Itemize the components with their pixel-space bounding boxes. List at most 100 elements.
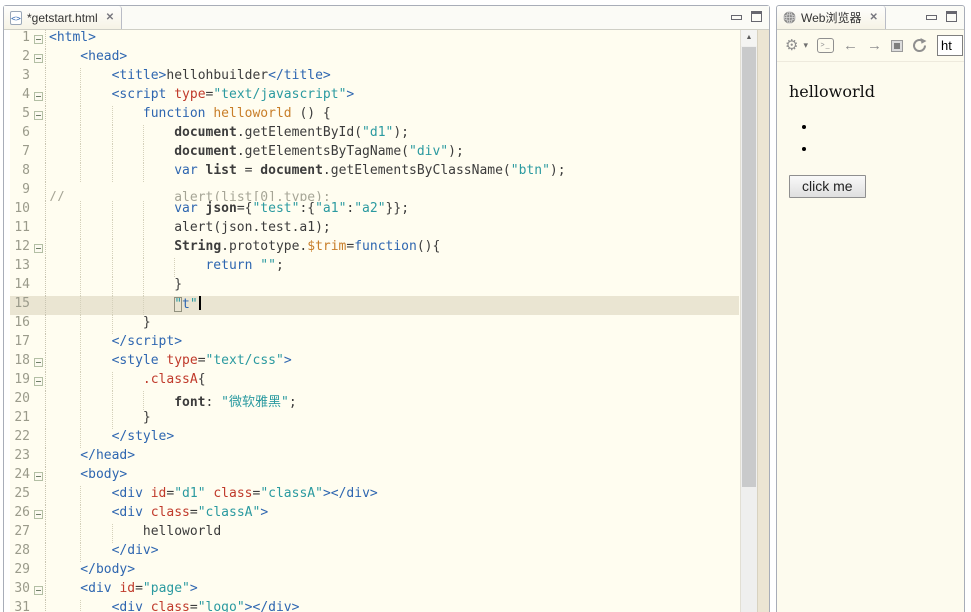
indent-guide: [80, 543, 111, 562]
code-line[interactable]: 21}: [4, 410, 739, 429]
code-text: String.prototype.$trim=function(){: [46, 239, 739, 258]
close-icon[interactable]: ✕: [106, 12, 114, 23]
indent-guide: [49, 201, 80, 220]
code-line[interactable]: 18 <style type="text/css">: [4, 353, 739, 372]
line-number: 4: [22, 87, 30, 102]
overview-ruler[interactable]: [757, 30, 769, 612]
code-line[interactable]: 24 <body>: [4, 467, 739, 486]
code-line[interactable]: 22 </style>: [4, 429, 739, 448]
code-line[interactable]: 4 <script type="text/javascript">: [4, 87, 739, 106]
line-number: 13: [14, 258, 30, 273]
code-token: {: [197, 372, 206, 387]
chevron-down-icon[interactable]: ▾: [803, 41, 808, 50]
indent-guide: [174, 258, 205, 277]
code-text: function helloworld () {: [46, 106, 739, 125]
code-line[interactable]: 28 </div>: [4, 543, 739, 562]
indent-guide: [80, 201, 111, 220]
gear-icon[interactable]: ⚙: [785, 38, 798, 53]
code-token: "text/javascript": [213, 87, 347, 102]
refresh-icon[interactable]: [912, 38, 928, 53]
indent-guide: [142, 258, 174, 277]
code-line[interactable]: 17 </script>: [4, 334, 739, 353]
code-token: function: [354, 239, 417, 254]
vertical-scrollbar[interactable]: ▲ ▼: [740, 30, 757, 612]
fold-collapse-icon[interactable]: [34, 111, 43, 120]
code-line[interactable]: 14}: [4, 277, 739, 296]
fold-gutter: [32, 315, 46, 334]
click-me-button[interactable]: click me: [789, 175, 866, 198]
indent-guide: [111, 106, 143, 125]
code-line[interactable]: 15 "t": [4, 296, 739, 315]
code-line[interactable]: 9 // alert(list[0].type);: [4, 182, 739, 201]
indent-guide: [111, 239, 143, 258]
fold-collapse-icon[interactable]: [34, 358, 43, 367]
code-token: type: [174, 87, 206, 102]
fold-gutter: [32, 543, 46, 562]
code-line[interactable]: 2 <head>: [4, 49, 739, 68]
minimize-icon[interactable]: [731, 15, 742, 20]
code-token: );: [393, 125, 410, 140]
code-line[interactable]: 26 <div class="classA">: [4, 505, 739, 524]
code-line[interactable]: 12 String.prototype.$trim=function(){: [4, 239, 739, 258]
code-line[interactable]: 30 <div id="page">: [4, 581, 739, 600]
line-number: 2: [22, 49, 30, 64]
fold-collapse-icon[interactable]: [34, 586, 43, 595]
code-line[interactable]: 13 return "";: [4, 258, 739, 277]
back-icon[interactable]: ←: [843, 38, 858, 53]
fold-gutter: [32, 524, 46, 543]
maximize-icon[interactable]: [751, 11, 762, 22]
code-line[interactable]: 8 var list = document.getElementsByClassN…: [4, 163, 739, 182]
tab-getstart-html[interactable]: <> *getstart.html ✕: [4, 6, 123, 29]
console-icon[interactable]: >_: [816, 38, 834, 53]
fold-gutter: [32, 562, 46, 581]
code-editor[interactable]: 1 <html> 2 <head> 3 <title>hellohbuilder</tit…: [4, 30, 769, 612]
code-line[interactable]: 19 .classA{: [4, 372, 739, 391]
indent-guide: [142, 163, 174, 182]
fold-collapse-icon[interactable]: [34, 54, 43, 63]
line-number: 16: [14, 315, 30, 330]
code-line[interactable]: 7 document.getElementsByTagName("div");: [4, 144, 739, 163]
code-token: "a2": [354, 201, 386, 216]
list-item: [817, 141, 964, 163]
maximize-icon[interactable]: [946, 11, 957, 22]
url-input[interactable]: [936, 35, 963, 56]
code-line[interactable]: 16}: [4, 315, 739, 334]
minimize-icon[interactable]: [926, 15, 937, 20]
fold-collapse-icon[interactable]: [34, 377, 43, 386]
browser-window-controls: [926, 11, 957, 22]
code-line[interactable]: 1 <html>: [4, 30, 739, 49]
fold-collapse-icon[interactable]: [34, 472, 43, 481]
code-line[interactable]: 20 font: "微软雅黑";: [4, 391, 739, 410]
browser-toolbar: ⚙ ▾ >_ ← →: [777, 30, 964, 62]
fold-collapse-icon[interactable]: [34, 35, 43, 44]
code-line[interactable]: 31 <div class="logo"></div>: [4, 600, 739, 612]
code-token: :: [205, 395, 222, 410]
list-item: [817, 119, 964, 141]
svg-text:<>: <>: [11, 14, 21, 23]
code-line[interactable]: 25 <div id="d1" class="classA"></div>: [4, 486, 739, 505]
code-line[interactable]: 5 function helloworld () {: [4, 106, 739, 125]
code-token: hellohbuilder: [166, 68, 269, 83]
code-token: "div": [409, 144, 449, 159]
code-line[interactable]: 27 helloworld: [4, 524, 739, 543]
code-line[interactable]: 3 <title>hellohbuilder</title>: [4, 68, 739, 87]
fold-gutter: [32, 372, 46, 391]
code-line[interactable]: 29 </body>: [4, 562, 739, 581]
code-line[interactable]: 11 alert(json.test.a1);: [4, 220, 739, 239]
indent-guide: [80, 410, 111, 429]
code-line[interactable]: 23 </head>: [4, 448, 739, 467]
scrollbar-thumb[interactable]: [742, 47, 756, 487]
stop-icon[interactable]: [890, 39, 903, 52]
scroll-up-icon[interactable]: ▲: [741, 30, 757, 46]
indent-guide: [49, 600, 80, 612]
indent-guide: [49, 448, 80, 467]
code-token: =: [236, 163, 261, 178]
forward-icon[interactable]: →: [867, 38, 882, 53]
tab-web-browser[interactable]: Web浏览器 ✕: [777, 6, 886, 29]
fold-collapse-icon[interactable]: [34, 92, 43, 101]
code-line[interactable]: 6 document.getElementById("d1");: [4, 125, 739, 144]
code-line[interactable]: 10 var json={"test":{"a1":"a2"}};: [4, 201, 739, 220]
fold-collapse-icon[interactable]: [34, 244, 43, 253]
fold-collapse-icon[interactable]: [34, 510, 43, 519]
close-icon[interactable]: ✕: [869, 12, 877, 23]
